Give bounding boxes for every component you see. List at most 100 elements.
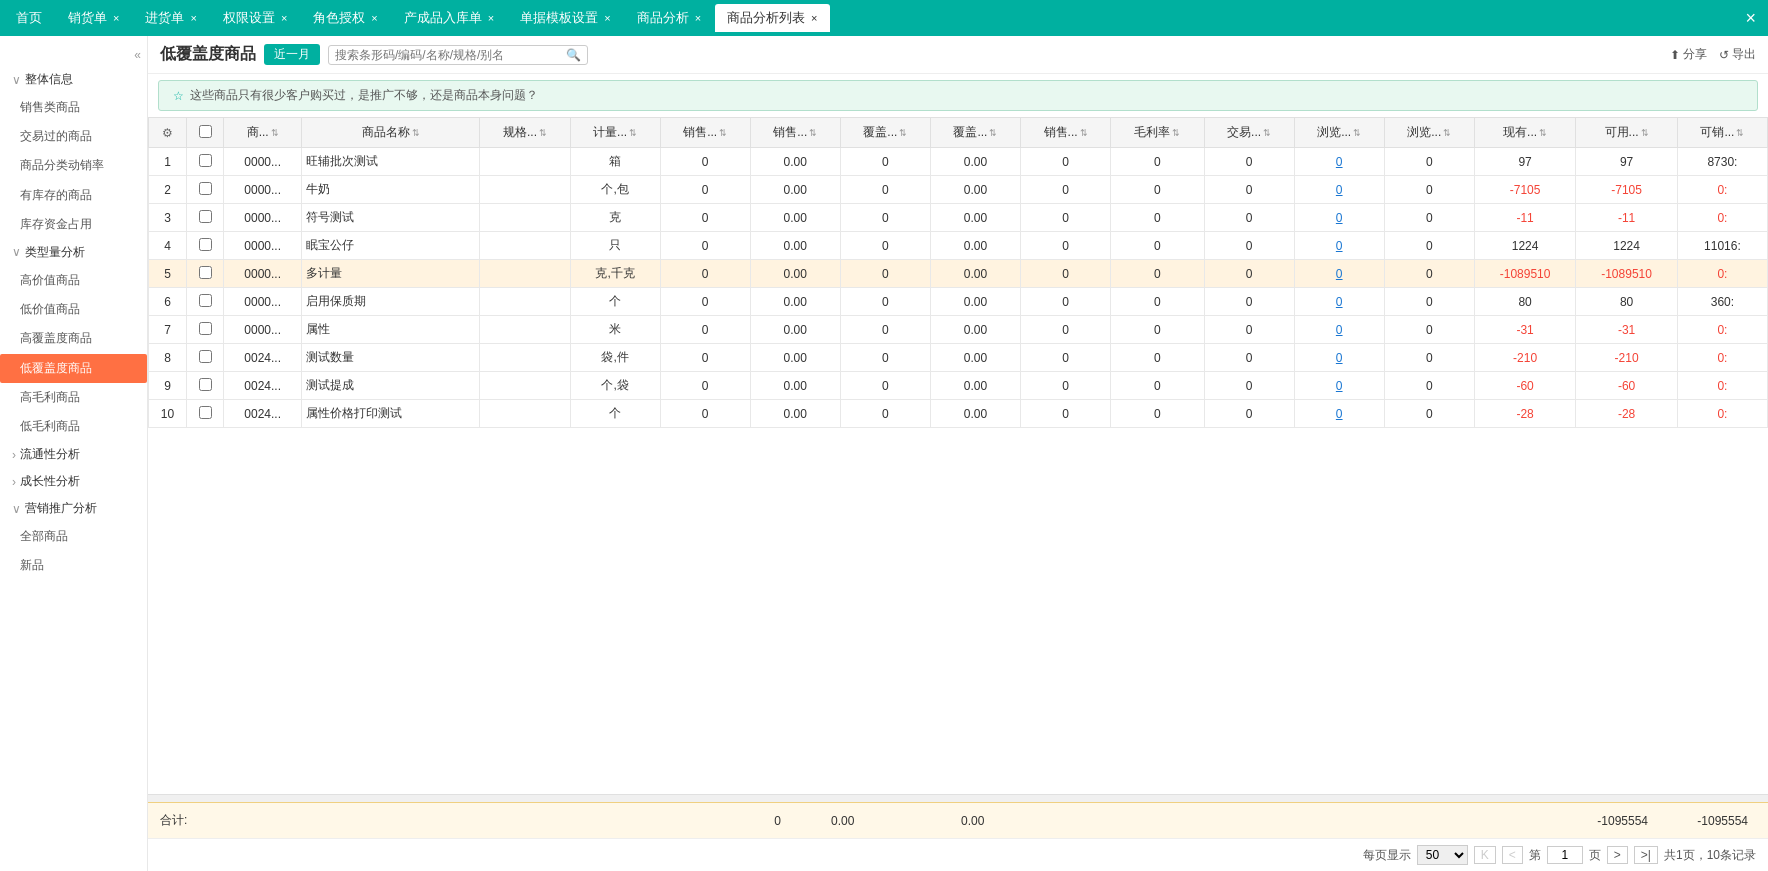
row-checkbox[interactable] xyxy=(199,350,212,363)
sidebar-collapse-button[interactable]: « xyxy=(0,44,147,66)
row-checkbox[interactable] xyxy=(199,378,212,391)
row-browse1[interactable]: 0 xyxy=(1294,204,1384,232)
row-browse1[interactable]: 0 xyxy=(1294,148,1384,176)
next-page-button[interactable]: > xyxy=(1607,846,1628,864)
search-icon[interactable]: 🔍 xyxy=(566,48,581,62)
sidebar-item-category-turnover[interactable]: 商品分类动销率 xyxy=(0,151,147,180)
close-icon[interactable]: × xyxy=(604,12,610,24)
last-page-button[interactable]: >| xyxy=(1634,846,1658,864)
column-settings-button[interactable]: ⚙ xyxy=(149,118,187,148)
sidebar-group-flow-analysis[interactable]: › 流通性分析 xyxy=(0,441,147,468)
tab-home[interactable]: 首页 xyxy=(4,4,54,32)
sidebar-item-low-value[interactable]: 低价值商品 xyxy=(0,295,147,324)
row-name: 测试数量 xyxy=(302,344,480,372)
sidebar-group-marketing-analysis[interactable]: ∨ 营销推广分析 xyxy=(0,495,147,522)
row-checkbox-cell[interactable] xyxy=(186,344,223,372)
tab-analysis[interactable]: 商品分析 × xyxy=(625,4,713,32)
row-cov2: 0.00 xyxy=(930,260,1020,288)
row-checkbox[interactable] xyxy=(199,182,212,195)
prev-page-button[interactable]: < xyxy=(1502,846,1523,864)
row-browse1[interactable]: 0 xyxy=(1294,176,1384,204)
tab-products-entry[interactable]: 产成品入库单 × xyxy=(392,4,506,32)
search-input[interactable] xyxy=(335,48,566,62)
row-browse1[interactable]: 0 xyxy=(1294,372,1384,400)
export-button[interactable]: ↺ 导出 xyxy=(1719,46,1756,63)
select-all-checkbox[interactable] xyxy=(199,125,212,138)
close-icon[interactable]: × xyxy=(811,12,817,24)
sidebar-group-volume-analysis[interactable]: ∨ 类型量分析 xyxy=(0,239,147,266)
row-checkbox[interactable] xyxy=(199,294,212,307)
column-checkbox-header[interactable] xyxy=(186,118,223,148)
close-icon[interactable]: × xyxy=(371,12,377,24)
row-checkbox[interactable] xyxy=(199,238,212,251)
row-checkbox-cell[interactable] xyxy=(186,316,223,344)
row-checkbox-cell[interactable] xyxy=(186,204,223,232)
row-checkbox-cell[interactable] xyxy=(186,288,223,316)
sidebar-item-in-stock[interactable]: 有库存的商品 xyxy=(0,181,147,210)
row-checkbox-cell[interactable] xyxy=(186,260,223,288)
row-browse1[interactable]: 0 xyxy=(1294,400,1384,428)
row-cov1: 0 xyxy=(840,176,930,204)
close-icon[interactable]: × xyxy=(113,12,119,24)
sidebar-item-high-profit[interactable]: 高毛利商品 xyxy=(0,383,147,412)
sidebar-item-low-coverage[interactable]: 低覆盖度商品 xyxy=(0,354,147,383)
table-row: 4 0000... 眠宝公仔 只 0 0.00 0 0.00 0 0 0 0 0… xyxy=(149,232,1768,260)
row-cov2: 0.00 xyxy=(930,372,1020,400)
product-table: ⚙ 商...⇅ 商品名称⇅ 规格...⇅ 计量...⇅ 销售...⇅ 销售...… xyxy=(148,117,1768,428)
tab-permissions[interactable]: 权限设置 × xyxy=(211,4,299,32)
row-browse1[interactable]: 0 xyxy=(1294,260,1384,288)
row-browse1[interactable]: 0 xyxy=(1294,316,1384,344)
tab-sales[interactable]: 销货单 × xyxy=(56,4,131,32)
sidebar-item-all-goods[interactable]: 全部商品 xyxy=(0,522,147,551)
tab-templates[interactable]: 单据模板设置 × xyxy=(508,4,622,32)
page-number-input[interactable] xyxy=(1547,846,1583,864)
row-browse1[interactable]: 0 xyxy=(1294,288,1384,316)
sidebar-item-traded-goods[interactable]: 交易过的商品 xyxy=(0,122,147,151)
row-checkbox-cell[interactable] xyxy=(186,148,223,176)
row-unit: 克 xyxy=(570,204,660,232)
tab-analysis-list[interactable]: 商品分析列表 × xyxy=(715,4,829,32)
row-browse1[interactable]: 0 xyxy=(1294,344,1384,372)
first-page-button[interactable]: K xyxy=(1474,846,1496,864)
row-trans: 0 xyxy=(1204,344,1294,372)
chevron-down-icon: ∨ xyxy=(12,73,21,87)
row-checkbox[interactable] xyxy=(199,266,212,279)
row-browse2: 0 xyxy=(1384,344,1474,372)
row-checkbox[interactable] xyxy=(199,322,212,335)
sidebar-item-new-goods[interactable]: 新品 xyxy=(0,551,147,580)
close-icon[interactable]: × xyxy=(488,12,494,24)
row-checkbox-cell[interactable] xyxy=(186,232,223,260)
row-sellable: 0: xyxy=(1677,400,1767,428)
sidebar-group-overall[interactable]: ∨ 整体信息 xyxy=(0,66,147,93)
row-checkbox-cell[interactable] xyxy=(186,372,223,400)
tab-roles[interactable]: 角色授权 × xyxy=(301,4,389,32)
row-checkbox[interactable] xyxy=(199,210,212,223)
row-checkbox[interactable] xyxy=(199,154,212,167)
row-sales-x: 0 xyxy=(1021,232,1111,260)
row-checkbox-cell[interactable] xyxy=(186,176,223,204)
row-sellable: 360: xyxy=(1677,288,1767,316)
row-checkbox[interactable] xyxy=(199,406,212,419)
per-page-select[interactable]: 50 10 20 100 xyxy=(1417,845,1468,865)
window-close-button[interactable]: × xyxy=(1737,8,1764,29)
close-icon[interactable]: × xyxy=(281,12,287,24)
horizontal-scrollbar[interactable] xyxy=(148,794,1768,802)
row-browse1[interactable]: 0 xyxy=(1294,232,1384,260)
column-code: 商...⇅ xyxy=(224,118,302,148)
close-icon[interactable]: × xyxy=(190,12,196,24)
close-icon[interactable]: × xyxy=(695,12,701,24)
sidebar-item-stock-value[interactable]: 库存资金占用 xyxy=(0,210,147,239)
share-button[interactable]: ⬆ 分享 xyxy=(1670,46,1707,63)
row-checkbox-cell[interactable] xyxy=(186,400,223,428)
sidebar-group-growth-analysis[interactable]: › 成长性分析 xyxy=(0,468,147,495)
tab-purchase[interactable]: 进货单 × xyxy=(133,4,208,32)
row-sales-x: 0 xyxy=(1021,176,1111,204)
sidebar-item-low-profit[interactable]: 低毛利商品 xyxy=(0,412,147,441)
column-spec: 规格...⇅ xyxy=(480,118,570,148)
sidebar-item-high-coverage[interactable]: 高覆盖度商品 xyxy=(0,324,147,353)
period-button[interactable]: 近一月 xyxy=(264,44,320,65)
sidebar: « ∨ 整体信息 销售类商品 交易过的商品 商品分类动销率 有库存的商品 库存资… xyxy=(0,36,148,871)
sidebar-item-sales-goods[interactable]: 销售类商品 xyxy=(0,93,147,122)
column-sellable: 可销...⇅ xyxy=(1677,118,1767,148)
sidebar-item-high-value[interactable]: 高价值商品 xyxy=(0,266,147,295)
